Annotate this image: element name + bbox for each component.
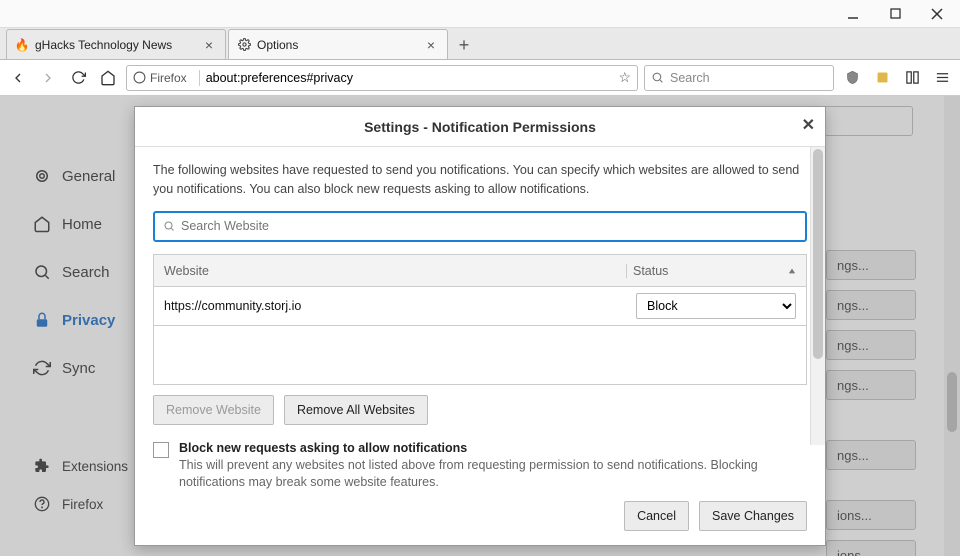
column-status[interactable]: Status xyxy=(626,264,806,278)
back-button[interactable] xyxy=(6,66,30,90)
checkbox-subtext: This will prevent any websites not liste… xyxy=(179,457,779,491)
tab-close-icon[interactable]: × xyxy=(423,37,439,53)
notification-permissions-dialog: Settings - Notification Permissions ✕ Th… xyxy=(134,106,826,546)
url-bar[interactable]: Firefox about:preferences#privacy ☆ xyxy=(126,65,638,91)
search-placeholder: Search xyxy=(670,71,710,85)
window-minimize[interactable] xyxy=(832,1,874,27)
remove-website-button[interactable]: Remove Website xyxy=(153,395,274,425)
url-text: about:preferences#privacy xyxy=(206,71,353,85)
dialog-intro: The following websites have requested to… xyxy=(153,161,807,199)
reload-button[interactable] xyxy=(66,66,90,90)
new-tab-button[interactable]: + xyxy=(450,31,478,59)
bookmark-star-icon[interactable]: ☆ xyxy=(618,69,631,86)
nav-search[interactable]: Search xyxy=(644,65,834,91)
column-website[interactable]: Website xyxy=(154,264,626,278)
window-close[interactable] xyxy=(916,1,958,27)
search-website-field[interactable] xyxy=(181,219,797,233)
window-titlebar xyxy=(0,0,960,28)
nav-toolbar: Firefox about:preferences#privacy ☆ Sear… xyxy=(0,60,960,96)
gear-icon xyxy=(237,38,251,52)
shield-icon[interactable] xyxy=(840,66,864,90)
scrollbar-thumb[interactable] xyxy=(813,149,823,359)
menu-icon[interactable] xyxy=(930,66,954,90)
home-button[interactable] xyxy=(96,66,120,90)
extension-icon[interactable] xyxy=(870,66,894,90)
cancel-button[interactable]: Cancel xyxy=(624,501,689,531)
search-website-input[interactable] xyxy=(153,211,807,242)
tab-options[interactable]: Options × xyxy=(228,29,448,59)
search-icon xyxy=(163,220,175,232)
remove-all-websites-button[interactable]: Remove All Websites xyxy=(284,395,428,425)
table-header: Website Status xyxy=(153,254,807,287)
identity-box[interactable]: Firefox xyxy=(133,71,187,85)
table-empty-area xyxy=(153,326,807,385)
library-icon[interactable] xyxy=(900,66,924,90)
tab-label: gHacks Technology News xyxy=(35,38,172,52)
dialog-close-button[interactable]: ✕ xyxy=(802,115,815,135)
favicon-ghacks: 🔥 xyxy=(15,38,29,52)
dialog-header: Settings - Notification Permissions ✕ xyxy=(135,107,825,147)
dialog-title: Settings - Notification Permissions xyxy=(364,119,596,135)
row-status-select[interactable]: Block xyxy=(636,293,796,319)
tab-strip: 🔥 gHacks Technology News × Options × + xyxy=(0,28,960,60)
save-changes-button[interactable]: Save Changes xyxy=(699,501,807,531)
window-maximize[interactable] xyxy=(874,1,916,27)
checkbox-label: Block new requests asking to allow notif… xyxy=(179,441,779,455)
sort-up-icon xyxy=(788,267,796,275)
table-row[interactable]: https://community.storj.io Block xyxy=(153,287,807,326)
forward-button[interactable] xyxy=(36,66,60,90)
dialog-scrollbar[interactable] xyxy=(810,147,825,445)
content-area: ngs... ngs... ngs... ngs... ngs... ions.… xyxy=(0,96,960,556)
tab-label: Options xyxy=(257,38,298,52)
search-icon xyxy=(651,71,664,84)
row-website: https://community.storj.io xyxy=(154,299,626,313)
tab-ghacks[interactable]: 🔥 gHacks Technology News × xyxy=(6,29,226,59)
tab-close-icon[interactable]: × xyxy=(201,37,217,53)
block-new-requests-checkbox[interactable] xyxy=(153,442,169,458)
